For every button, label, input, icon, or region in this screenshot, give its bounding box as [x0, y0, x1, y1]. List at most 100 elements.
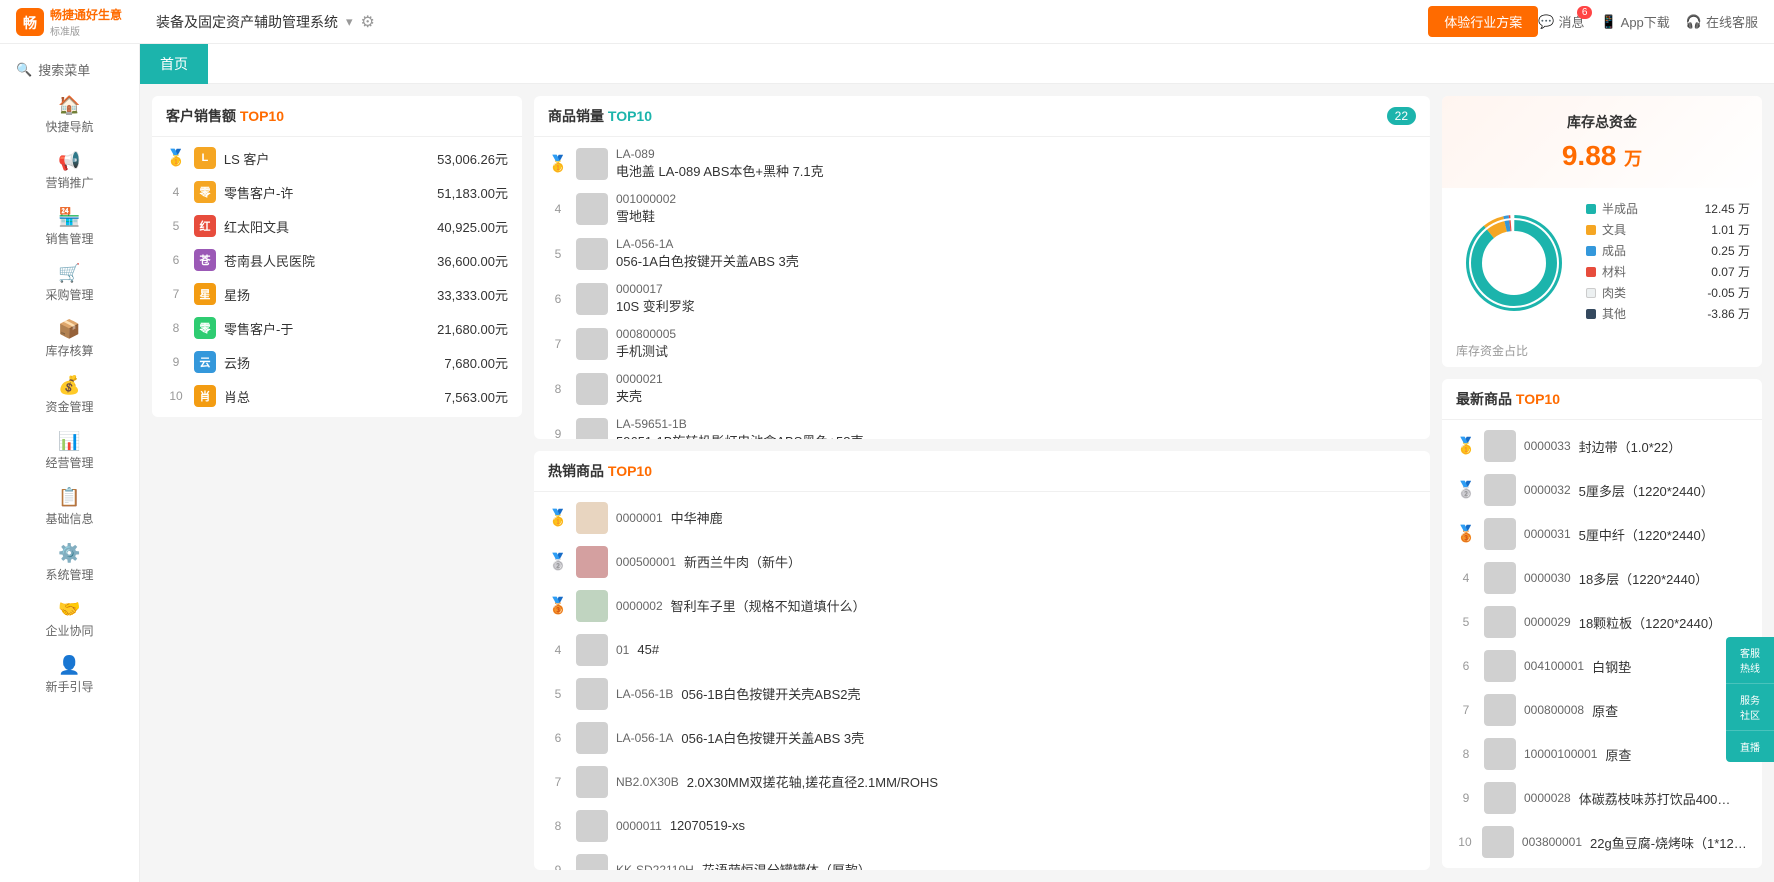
customer-amount-6: 21,680.00元 [437, 319, 508, 338]
messages-action[interactable]: 💬 消息 6 [1538, 12, 1584, 31]
newest-product-code: 0000033 [1524, 439, 1571, 453]
sidebar-item-label-inventory: 库存核算 [45, 342, 93, 359]
hot-product-code: NB2.0X30B [616, 775, 679, 789]
newest-product-code: 0000028 [1524, 791, 1571, 805]
newest-product-item: 10 003800001 22g鱼豆腐-烧烤味（1*12*20） [1442, 820, 1762, 864]
inventory-card: 库存总资金 9.88 万 [1442, 96, 1762, 367]
product-img-newest [1484, 518, 1516, 550]
hot-product-name: 12070519-xs [670, 818, 745, 833]
tab-home[interactable]: 首页 [140, 44, 208, 84]
product-img [576, 328, 608, 360]
hot-product-item: 🥈 000500001 新西兰牛肉（新牛） [534, 540, 1430, 584]
hot-product-code: 01 [616, 643, 629, 657]
hot-product-item: 7 NB2.0X30B 2.0X30MM双搓花轴,搓花直径2.1MM/ROHS [534, 760, 1430, 804]
hot-product-code: LA-056-1B [616, 687, 673, 701]
product-name: 夹壳 [616, 386, 1416, 405]
sidebar-item-label-marketing: 营销推广 [45, 174, 93, 191]
product-rank-item: 9 LA-59651-1B 59651-1B旋转投影灯电池盒ABS黑色+58壳 [534, 411, 1430, 439]
hot-product-item: 🥇 0000001 中华神鹿 [534, 496, 1430, 540]
newest-product-code: 0000032 [1524, 483, 1571, 497]
hot-product-code: 0000002 [616, 599, 663, 613]
hot-product-item: 5 LA-056-1B 056-1B白色按键开关壳ABS2壳 [534, 672, 1430, 716]
sidebar-item-inventory[interactable]: 📦 库存核算 [0, 311, 139, 367]
sidebar-item-label-finance: 资金管理 [45, 398, 93, 415]
legend-dot-3 [1586, 246, 1596, 256]
sidebar-item-operations[interactable]: 📊 经营管理 [0, 423, 139, 479]
customer-name-2: 零售客户-许 [224, 183, 429, 202]
hot-product-code: LA-056-1A [616, 731, 673, 745]
money-icon: 💰 [58, 375, 80, 396]
sidebar-item-sales[interactable]: 🏪 销售管理 [0, 199, 139, 255]
sidebar-item-purchase[interactable]: 🛒 采购管理 [0, 255, 139, 311]
search-menu-item[interactable]: 🔍 搜索菜单 [0, 52, 139, 87]
newest-product-code: 004100001 [1524, 659, 1584, 673]
sidebar-item-enterprise[interactable]: 🤝 企业协同 [0, 591, 139, 647]
newest-product-code: 000800008 [1524, 703, 1584, 717]
rank-num-5: 7 [166, 287, 186, 301]
dropdown-icon[interactable]: ▾ [346, 14, 353, 30]
sidebar-item-label-purchase: 采购管理 [45, 286, 93, 303]
megaphone-icon: 📢 [58, 151, 80, 172]
product-ranking-header: 商品销量 TOP10 22 [534, 96, 1430, 137]
newest-product-name: 22g鱼豆腐-烧烤味（1*12*20） [1590, 833, 1748, 852]
product-name: 056-1A白色按键开关盖ABS 3壳 [616, 251, 1416, 270]
trial-button[interactable]: 体验行业方案 [1428, 6, 1538, 37]
chart-footer-label: 库存资金占比 [1456, 344, 1528, 358]
customer-badge-4: 苍 [194, 249, 216, 271]
sidebar-item-quick-nav[interactable]: 🏠 快捷导航 [0, 87, 139, 143]
newest-product-name: 白钢垫 [1592, 657, 1631, 676]
newest-products-header: 最新商品 TOP10 [1442, 379, 1762, 420]
legend-item-5: 肉类 -0.05 万 [1586, 284, 1750, 301]
float-btn-community[interactable]: 服务社区 [1726, 684, 1774, 731]
legend-item-2: 文具 1.01 万 [1586, 221, 1750, 238]
sidebar-item-base-info[interactable]: 📋 基础信息 [0, 479, 139, 535]
product-name: 雪地鞋 [616, 206, 1416, 225]
float-btn-live[interactable]: 直播 [1726, 731, 1774, 762]
inventory-value-display: 9.88 万 [1458, 140, 1746, 172]
logo-area: 畅 畅捷通好生意 标准版 [16, 6, 156, 38]
system-name-area: 装备及固定资产辅助管理系统 ▾ ⚙ [156, 12, 1428, 32]
online-service-label: 在线客服 [1706, 12, 1758, 31]
product-code: LA-089 [616, 147, 1416, 161]
hot-product-name: 056-1A白色按键开关盖ABS 3壳 [681, 728, 864, 747]
float-btn-customer-service[interactable]: 客服热线 [1726, 637, 1774, 684]
product-img [576, 148, 608, 180]
hot-product-code: 0000001 [616, 511, 663, 525]
inventory-total-section: 库存总资金 9.88 万 [1442, 96, 1762, 188]
hot-products-header: 热销商品 TOP10 [534, 451, 1430, 492]
newest-product-name: 原查 [1592, 701, 1618, 720]
rank-num: 6 [548, 731, 568, 745]
rank-num-4: 6 [166, 253, 186, 267]
settings-icon[interactable]: ⚙ [361, 12, 375, 32]
hot-product-name: 花语萌恒温分罐罐体（厚款） [702, 860, 871, 870]
chart-icon: 📊 [58, 431, 80, 452]
sidebar-item-newbie[interactable]: 👤 新手引导 [0, 647, 139, 703]
customer-rank-list: 🥇 L LS 客户 53,006.26元 4 零 零售客户-许 51,183.0… [152, 137, 522, 417]
shop-icon: 🏪 [58, 207, 80, 228]
customer-amount-8: 7,563.00元 [444, 387, 508, 406]
legend-item-4: 材料 0.07 万 [1586, 263, 1750, 280]
clipboard-icon: 📋 [58, 487, 80, 508]
legend-value-5: -0.05 万 [1707, 284, 1750, 301]
app-download-action[interactable]: 📱 App下载 [1600, 12, 1669, 31]
newest-product-code: 10000100001 [1524, 747, 1597, 761]
product-code: LA-056-1A [616, 237, 1416, 251]
rank-num-3: 5 [166, 219, 186, 233]
sidebar-item-system[interactable]: ⚙️ 系统管理 [0, 535, 139, 591]
product-img-hot [576, 546, 608, 578]
phone-icon: 📱 [1600, 14, 1616, 30]
product-img [576, 193, 608, 225]
newest-product-item: 9 0000028 体碳荔枝味苏打饮品400毫升（1*15） [1442, 776, 1762, 820]
customer-badge-8: 肖 [194, 385, 216, 407]
online-service-action[interactable]: 🎧 在线客服 [1686, 12, 1758, 31]
customer-ranking-card: 客户销售额 TOP10 🥇 L LS 客户 53,006.26元 [152, 96, 522, 417]
sidebar-item-finance[interactable]: 💰 资金管理 [0, 367, 139, 423]
customer-name-4: 苍南县人民医院 [224, 251, 429, 270]
product-img-newest [1484, 606, 1516, 638]
newest-product-name: 5厘中纤（1220*2440） [1579, 525, 1714, 544]
left-column: 客户销售额 TOP10 🥇 L LS 客户 53,006.26元 [152, 96, 522, 870]
sidebar-item-marketing[interactable]: 📢 营销推广 [0, 143, 139, 199]
medal-icon: 🥈 [548, 552, 568, 572]
cart-icon: 🛒 [58, 263, 80, 284]
top-actions: 💬 消息 6 📱 App下载 🎧 在线客服 [1538, 12, 1758, 31]
